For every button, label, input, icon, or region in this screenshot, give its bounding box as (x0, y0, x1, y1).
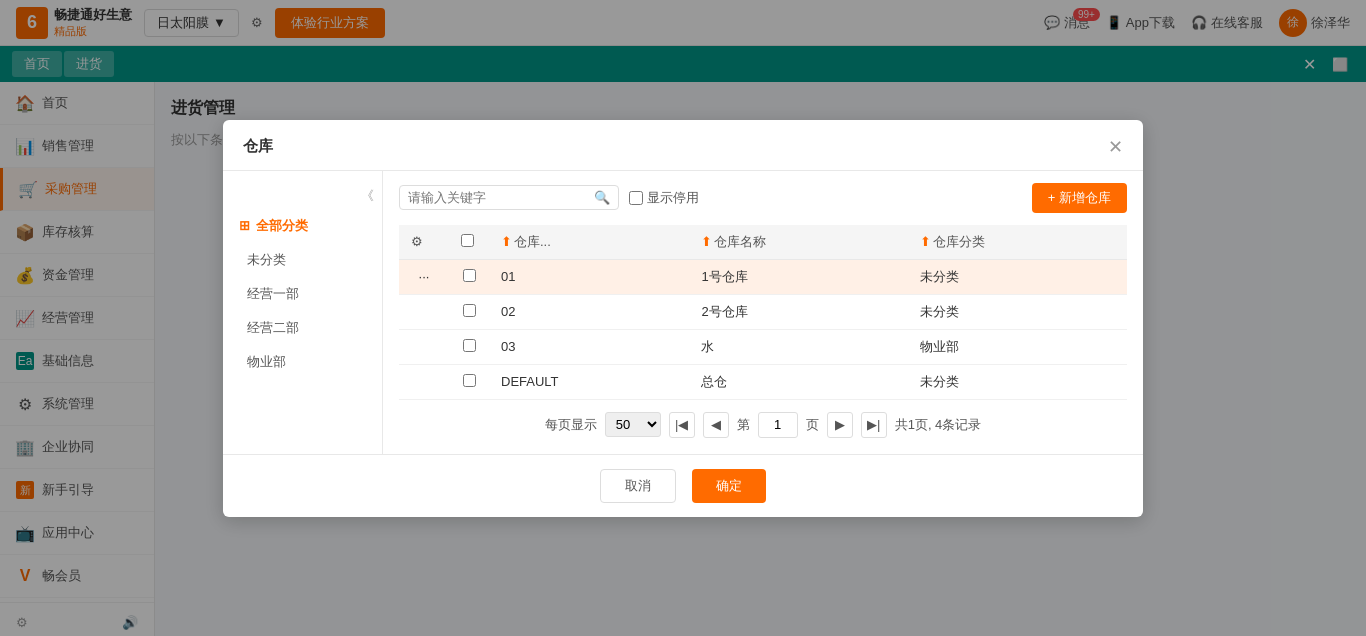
row-more-icon[interactable]: ··· (419, 269, 430, 284)
row-code: 01 (489, 259, 689, 294)
toolbar: 🔍 显示停用 + 新增仓库 (399, 183, 1127, 213)
per-page-label: 每页显示 (545, 416, 597, 434)
row-checkbox[interactable] (463, 304, 476, 317)
collapse-button[interactable]: 《 (223, 183, 382, 209)
row-category: 未分类 (908, 259, 1127, 294)
prev-page-button[interactable]: ◀ (703, 412, 729, 438)
sort-icon2: ⬆ (701, 234, 712, 249)
row-name: 总仓 (689, 364, 908, 399)
pagination: 每页显示 50 20 100 |◀ ◀ 第 页 ▶ ▶| 共1页, 4条记录 (399, 400, 1127, 442)
row-checkbox-cell[interactable] (449, 329, 489, 364)
col-header-category: ⬆仓库分类 (908, 225, 1127, 260)
warehouse-dialog: 仓库 ✕ 《 ⊞ 全部分类 未分类 经营一部 经营二部 物业部 (223, 120, 1143, 517)
dialog-title: 仓库 (243, 137, 273, 156)
col-header-name: ⬆仓库名称 (689, 225, 908, 260)
category-item-unclassified[interactable]: 未分类 (223, 243, 382, 277)
category-item-ops2[interactable]: 经营二部 (223, 311, 382, 345)
row-name: 2号仓库 (689, 294, 908, 329)
row-settings[interactable]: ··· (399, 259, 449, 294)
dialog-close-button[interactable]: ✕ (1108, 136, 1123, 158)
row-category: 物业部 (908, 329, 1127, 364)
table-row[interactable]: 03 水 物业部 (399, 329, 1127, 364)
show-disabled-toggle[interactable]: 显示停用 (629, 189, 699, 207)
first-page-button[interactable]: |◀ (669, 412, 695, 438)
search-input[interactable] (408, 190, 588, 205)
search-icon[interactable]: 🔍 (594, 190, 610, 205)
add-warehouse-button[interactable]: + 新增仓库 (1032, 183, 1127, 213)
sort-icon: ⬆ (501, 234, 512, 249)
row-code: 02 (489, 294, 689, 329)
row-code: 03 (489, 329, 689, 364)
col-header-check (449, 225, 489, 260)
last-page-button[interactable]: ▶| (861, 412, 887, 438)
grid-icon: ⊞ (239, 218, 250, 233)
collapse-icon: 《 (361, 187, 374, 205)
dialog-right-content: 🔍 显示停用 + 新增仓库 ⚙ (383, 171, 1143, 454)
per-page-select[interactable]: 50 20 100 (605, 412, 661, 437)
page-summary: 共1页, 4条记录 (895, 416, 982, 434)
row-checkbox[interactable] (463, 339, 476, 352)
table-row[interactable]: DEFAULT 总仓 未分类 (399, 364, 1127, 399)
settings-col-icon[interactable]: ⚙ (411, 234, 423, 249)
category-all[interactable]: ⊞ 全部分类 (223, 209, 382, 243)
row-checkbox-cell[interactable] (449, 364, 489, 399)
table-header: ⚙ ⬆仓库... ⬆仓库名称 (399, 225, 1127, 260)
row-name: 1号仓库 (689, 259, 908, 294)
search-box: 🔍 (399, 185, 619, 210)
dialog-header: 仓库 ✕ (223, 120, 1143, 171)
table-row[interactable]: 02 2号仓库 未分类 (399, 294, 1127, 329)
warehouse-table: ⚙ ⬆仓库... ⬆仓库名称 (399, 225, 1127, 400)
select-all-checkbox[interactable] (461, 234, 474, 247)
col-header-settings: ⚙ (399, 225, 449, 260)
page-suffix: 页 (806, 416, 819, 434)
row-category: 未分类 (908, 294, 1127, 329)
next-page-button[interactable]: ▶ (827, 412, 853, 438)
row-settings[interactable] (399, 294, 449, 329)
dialog-footer: 取消 确定 (223, 454, 1143, 517)
confirm-button[interactable]: 确定 (692, 469, 766, 503)
page-label: 第 (737, 416, 750, 434)
row-settings[interactable] (399, 364, 449, 399)
show-disabled-checkbox[interactable] (629, 191, 643, 205)
table-body: ··· 01 1号仓库 未分类 02 2号仓库 未分类 (399, 259, 1127, 399)
sort-icon3: ⬆ (920, 234, 931, 249)
cancel-button[interactable]: 取消 (600, 469, 676, 503)
table-container: ⚙ ⬆仓库... ⬆仓库名称 (399, 225, 1127, 400)
row-checkbox[interactable] (463, 374, 476, 387)
table-row[interactable]: ··· 01 1号仓库 未分类 (399, 259, 1127, 294)
row-checkbox-cell[interactable] (449, 294, 489, 329)
row-name: 水 (689, 329, 908, 364)
category-panel: 《 ⊞ 全部分类 未分类 经营一部 经营二部 物业部 (223, 171, 383, 454)
modal-overlay: 仓库 ✕ 《 ⊞ 全部分类 未分类 经营一部 经营二部 物业部 (0, 0, 1366, 636)
col-header-code: ⬆仓库... (489, 225, 689, 260)
row-checkbox[interactable] (463, 269, 476, 282)
row-code: DEFAULT (489, 364, 689, 399)
row-checkbox-cell[interactable] (449, 259, 489, 294)
category-item-property[interactable]: 物业部 (223, 345, 382, 379)
row-category: 未分类 (908, 364, 1127, 399)
dialog-body: 《 ⊞ 全部分类 未分类 经营一部 经营二部 物业部 🔍 (223, 171, 1143, 454)
row-settings[interactable] (399, 329, 449, 364)
category-item-ops1[interactable]: 经营一部 (223, 277, 382, 311)
page-number-input[interactable] (758, 412, 798, 438)
